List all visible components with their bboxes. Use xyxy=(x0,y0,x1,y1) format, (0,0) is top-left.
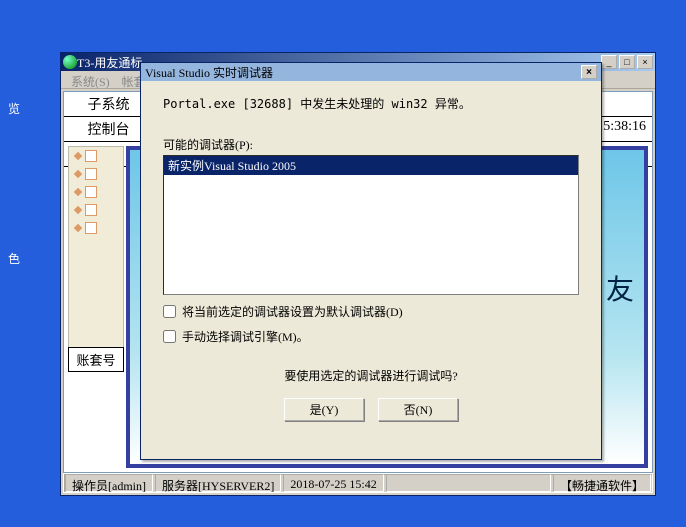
bullet-icon xyxy=(74,206,82,214)
sidebar-item[interactable] xyxy=(69,165,123,183)
dialog-message: Portal.exe [32688] 中发生未处理的 win32 异常。 xyxy=(163,95,579,112)
statusbar: 操作员[admin] 服务器[HYSERVER2] 2018-07-25 15:… xyxy=(63,473,653,493)
status-time: 2018-07-25 15:42 xyxy=(283,474,383,492)
status-spacer xyxy=(386,474,551,492)
manual-engine[interactable]: 手动选择调试引擎(M)。 xyxy=(163,328,579,345)
module-icon xyxy=(85,168,97,180)
dialog-close-button[interactable]: × xyxy=(581,65,597,79)
debugger-list-item[interactable]: 新实例Visual Studio 2005 xyxy=(164,156,578,175)
maximize-button[interactable]: □ xyxy=(619,55,635,69)
account-set-label: 账套号 xyxy=(68,347,124,372)
module-icon xyxy=(85,150,97,162)
no-button[interactable]: 否(N) xyxy=(378,398,458,421)
debugger-listbox[interactable]: 新实例Visual Studio 2005 xyxy=(163,155,579,295)
module-icon xyxy=(85,204,97,216)
bullet-icon xyxy=(74,152,82,160)
desktop-bg-text-2: 色 xyxy=(8,250,20,267)
status-operator: 操作员[admin] xyxy=(65,474,153,492)
close-button[interactable]: × xyxy=(637,55,653,69)
menu-system[interactable]: 系统(S) xyxy=(65,71,116,88)
yes-button[interactable]: 是(Y) xyxy=(284,398,364,421)
splash-brand-char: 友 xyxy=(606,268,634,308)
set-default-debugger[interactable]: 将当前选定的调试器设置为默认调试器(D) xyxy=(163,303,579,320)
status-server: 服务器[HYSERVER2] xyxy=(155,474,281,492)
dialog-prompt: 要使用选定的调试器进行调试吗? xyxy=(163,367,579,384)
bullet-icon xyxy=(74,170,82,178)
desktop-bg-text-1: 览 xyxy=(8,100,20,117)
manual-engine-checkbox[interactable] xyxy=(163,330,176,343)
sidebar-item[interactable] xyxy=(69,219,123,237)
debugger-list-label: 可能的调试器(P): xyxy=(163,136,579,153)
minimize-button[interactable]: _ xyxy=(601,55,617,69)
sidebar-item[interactable] xyxy=(69,147,123,165)
module-icon xyxy=(85,222,97,234)
side-panel xyxy=(68,146,124,352)
sidebar-item[interactable] xyxy=(69,183,123,201)
debugger-dialog: Visual Studio 实时调试器 × Portal.exe [32688]… xyxy=(140,62,602,460)
dialog-titlebar[interactable]: Visual Studio 实时调试器 × xyxy=(141,63,601,81)
bullet-icon xyxy=(74,188,82,196)
app-icon xyxy=(63,55,77,69)
sidebar-item[interactable] xyxy=(69,201,123,219)
status-brand: 【畅捷通软件】 xyxy=(553,474,651,492)
bullet-icon xyxy=(74,224,82,232)
module-icon xyxy=(85,186,97,198)
dialog-title: Visual Studio 实时调试器 xyxy=(145,64,581,81)
set-default-checkbox[interactable] xyxy=(163,305,176,318)
